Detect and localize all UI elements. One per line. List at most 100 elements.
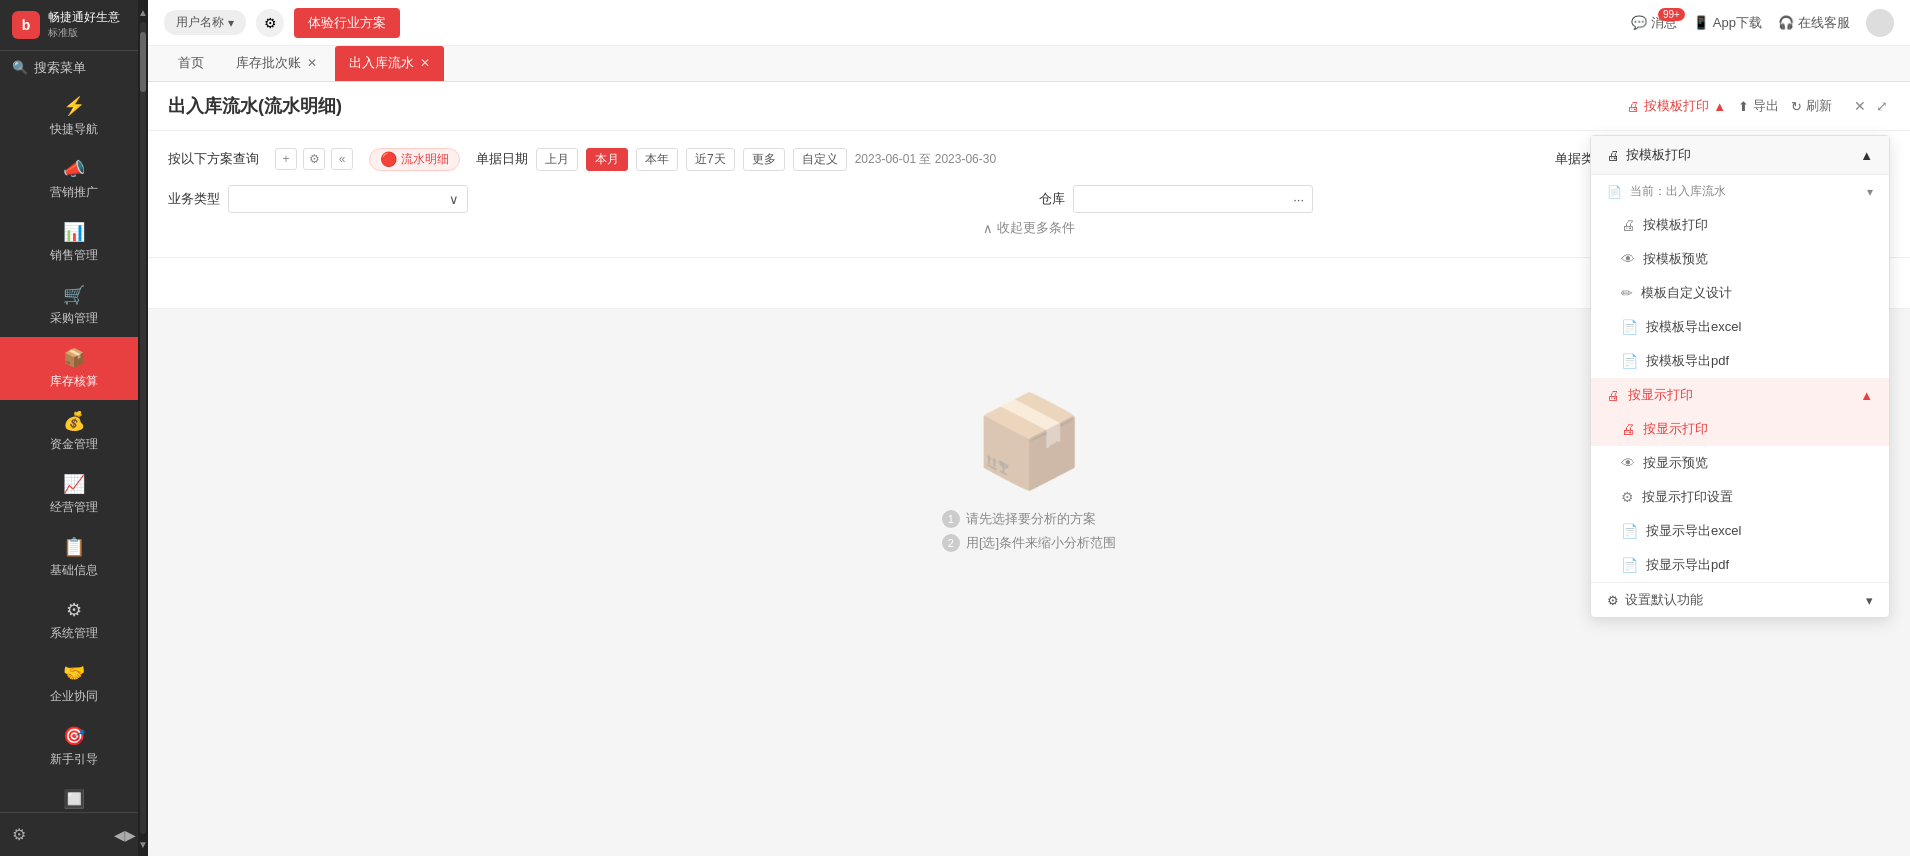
tab-bar: 首页 库存批次账 ✕ 出入库流水 ✕ [148,46,1910,82]
dropdown-item-template-design[interactable]: ✏ 模板自定义设计 [1591,276,1889,310]
dropdown-item-display-print[interactable]: 🖨 按显示打印 [1591,412,1889,446]
template-preview-label: 按模板预览 [1643,250,1708,268]
tab-home[interactable]: 首页 [164,46,218,81]
tab-flow-close[interactable]: ✕ [420,56,430,70]
date-range-display: 2023-06-01 至 2023-06-30 [855,151,996,168]
dropdown-header-arrow: ▲ [1860,148,1873,163]
sidebar-item-quick-nav[interactable]: ⚡ 快捷导航 [0,85,148,148]
dropdown-item-template-print[interactable]: 🖨 按模板打印 [1591,208,1889,242]
sidebar-collapse-icon[interactable]: ◀▶ [114,827,136,843]
sidebar-item-corp[interactable]: 🤝 企业协同 [0,652,148,715]
date-filter-wrap: 单据日期 上月 本月 本年 近7天 更多 自定义 2023-06-01 至 20… [476,148,1539,171]
sidebar-item-finance[interactable]: 💰 资金管理 [0,400,148,463]
scroll-down-btn[interactable]: ▼ [138,836,148,852]
message-btn[interactable]: 💬 消息 99+ [1631,14,1677,32]
sidebar-scrollbar: ▲ ▼ [138,0,148,856]
dropdown-item-display-excel[interactable]: 📄 按显示导出excel [1591,514,1889,548]
sidebar-search[interactable]: 🔍 搜索菜单 [0,51,148,85]
operations-label: 经营管理 [50,499,98,516]
tab-flow[interactable]: 出入库流水 ✕ [335,46,444,81]
online-service-btn[interactable]: 🎧 在线客服 [1778,14,1850,32]
refresh-icon: ↻ [1791,99,1802,114]
app-download-btn[interactable]: 📱 App下载 [1693,14,1762,32]
display-section-printer-icon: 🖨 [1607,388,1620,403]
sidebar-item-purchase[interactable]: 🛒 采购管理 [0,274,148,337]
export-label: 导出 [1753,97,1779,115]
filter-settings-btn[interactable]: ⚙ [303,148,325,170]
sidebar-item-system[interactable]: ⚙ 系统管理 [0,589,148,652]
settings-gear-icon[interactable]: ⚙ [12,825,26,844]
template-preview-icon: 👁 [1621,251,1635,267]
sidebar-item-sales[interactable]: 📊 销售管理 [0,211,148,274]
business-type-select[interactable]: ∨ [228,185,468,213]
dropdown-item-template-excel[interactable]: 📄 按模板导出excel [1591,310,1889,344]
dropdown-item-display-settings[interactable]: ⚙ 按显示打印设置 [1591,480,1889,514]
date-current-month-btn[interactable]: 本月 [586,148,628,171]
app-download-label: App下载 [1713,14,1762,32]
topbar-user[interactable]: 用户名称 ▾ [164,10,246,35]
warehouse-label: 仓库 [1039,190,1065,208]
user-avatar[interactable] [1866,9,1894,37]
purchase-icon: 🛒 [63,284,85,306]
refresh-btn[interactable]: ↻ 刷新 [1791,97,1832,115]
warehouse-more-icon: ··· [1293,192,1304,207]
empty-illustration: 📦 [973,389,1085,494]
date-current-year-btn[interactable]: 本年 [636,148,678,171]
export-btn[interactable]: ⬆ 导出 [1738,97,1779,115]
dropdown-current-template[interactable]: 📄 当前：出入库流水 ▾ [1591,175,1889,208]
guide-icon: 🎯 [63,725,85,747]
footer-settings-icon: ⚙ [1607,593,1619,608]
template-pdf-icon: 📄 [1621,353,1638,369]
main-area: 用户名称 ▾ ⚙ 体验行业方案 💬 消息 99+ 📱 App下载 🎧 在线客服 [148,0,1910,856]
active-filter-label: 流水明细 [401,151,449,168]
topbar-settings-btn[interactable]: ⚙ [256,9,284,37]
sidebar-item-basic-info[interactable]: 📋 基础信息 [0,526,148,589]
sales-icon: 📊 [63,221,85,243]
sidebar-item-app-center[interactable]: 🔲 应用中心 [0,778,148,812]
dropdown-item-template-pdf[interactable]: 📄 按模板导出pdf [1591,344,1889,378]
date-custom-btn[interactable]: 自定义 [793,148,847,171]
sidebar: b 畅捷通好生意 标准版 🔍 搜索菜单 ⚡ 快捷导航 📣 营销推广 📊 [0,0,148,856]
dropdown-item-display-pdf[interactable]: 📄 按显示导出pdf [1591,548,1889,582]
template-excel-icon: 📄 [1621,319,1638,335]
sidebar-nav-list: ⚡ 快捷导航 📣 营销推广 📊 销售管理 🛒 采购管理 📦 库存核算 💰 [0,85,148,812]
user-dropdown-icon: ▾ [228,16,234,30]
collapse-label: 收起更多条件 [997,219,1075,237]
print-template-btn[interactable]: 🖨 按模板打印 ▲ [1627,97,1726,115]
display-settings-icon: ⚙ [1621,489,1634,505]
date-prev-month-btn[interactable]: 上月 [536,148,578,171]
guide-label: 新手引导 [50,751,98,768]
date-7days-btn[interactable]: 近7天 [686,148,735,171]
dropdown-item-template-preview[interactable]: 👁 按模板预览 [1591,242,1889,276]
date-more-btn[interactable]: 更多 [743,148,785,171]
sidebar-item-operations[interactable]: 📈 经营管理 [0,463,148,526]
dropdown-display-section[interactable]: 🖨 按显示打印 ▲ [1591,378,1889,412]
display-pdf-label: 按显示导出pdf [1646,556,1729,574]
sidebar-item-marketing[interactable]: 📣 营销推广 [0,148,148,211]
template-design-icon: ✏ [1621,285,1633,301]
tab-batch-account-close[interactable]: ✕ [307,56,317,70]
dropdown-item-display-preview[interactable]: 👁 按显示预览 [1591,446,1889,480]
dropdown-footer[interactable]: ⚙ 设置默认功能 ▾ [1591,582,1889,617]
filter-tag-icon: 🔴 [380,151,397,167]
filter-collapse-btn[interactable]: « [331,148,353,170]
marketing-label: 营销推广 [50,184,98,201]
tab-batch-account[interactable]: 库存批次账 ✕ [222,46,331,81]
window-controls: ✕ ⤢ [1852,98,1890,114]
window-expand-btn[interactable]: ⤢ [1874,98,1890,114]
filter-add-btn[interactable]: + [275,148,297,170]
sidebar-nav: b 畅捷通好生意 标准版 🔍 搜索菜单 ⚡ 快捷导航 📣 营销推广 📊 [0,0,148,856]
plus-icon: + [282,152,289,166]
headset-icon: 🎧 [1778,15,1794,30]
dropdown-footer-arrow: ▾ [1866,593,1873,608]
warehouse-select[interactable]: ··· [1073,185,1313,213]
scroll-up-btn[interactable]: ▲ [138,4,148,20]
trial-industry-btn[interactable]: 体验行业方案 [294,8,400,38]
purchase-label: 采购管理 [50,310,98,327]
current-template-arrow: ▾ [1867,185,1873,199]
tip-1-text: 请先选择要分析的方案 [966,510,1096,528]
sidebar-item-inventory[interactable]: 📦 库存核算 [0,337,148,400]
filter-by-label: 按以下方案查询 [168,150,259,168]
window-close-btn[interactable]: ✕ [1852,98,1868,114]
sidebar-item-guide[interactable]: 🎯 新手引导 [0,715,148,778]
